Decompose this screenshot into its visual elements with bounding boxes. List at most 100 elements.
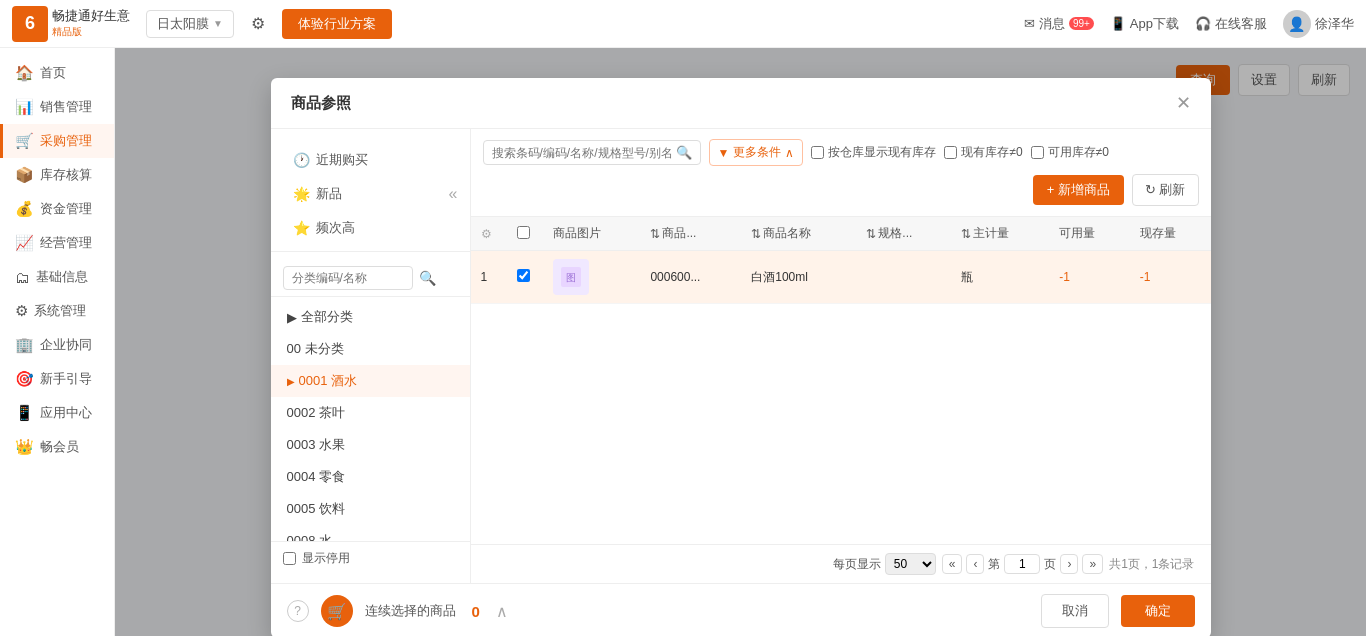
chevron-down-icon: ▼	[213, 18, 223, 29]
product-thumbnail: 图	[553, 259, 589, 295]
cart-icon[interactable]: 🛒	[321, 595, 353, 627]
headset-icon: 🎧	[1195, 16, 1211, 31]
sidebar-item-sales[interactable]: 📊 销售管理	[0, 90, 114, 124]
th-unit[interactable]: ⇅ 主计量	[951, 217, 1049, 251]
th-spec[interactable]: ⇅ 规格...	[856, 217, 951, 251]
refresh-btn[interactable]: ↻ 刷新	[1132, 174, 1199, 206]
current-stock-nonzero-checkbox[interactable]: 现有库存≠0	[944, 144, 1022, 161]
add-product-btn[interactable]: + 新增商品	[1033, 175, 1124, 205]
store-selector[interactable]: 日太阳膜 ▼	[146, 10, 234, 38]
page-number-input[interactable]	[1004, 554, 1040, 574]
sidebar-item-apps[interactable]: 📱 应用中心	[0, 396, 114, 430]
product-search-icon[interactable]: 🔍	[676, 145, 692, 160]
confirm-btn[interactable]: 确定	[1121, 595, 1195, 627]
category-search-icon[interactable]: 🔍	[419, 270, 436, 286]
row-checkbox[interactable]	[517, 269, 530, 282]
experience-btn[interactable]: 体验行业方案	[282, 9, 392, 39]
app-download-btn[interactable]: 📱 App下载	[1110, 15, 1179, 33]
modal-title: 商品参照	[291, 94, 351, 113]
page-size-select[interactable]: 50 10 20 100	[885, 553, 936, 575]
footer-collapse-icon[interactable]: ∧	[496, 602, 508, 621]
category-all[interactable]: ▶ 全部分类	[271, 301, 470, 333]
category-tea[interactable]: 0002 茶叶	[271, 397, 470, 429]
enterprise-icon: 🏢	[15, 336, 34, 354]
row-checkbox-cell[interactable]	[507, 251, 543, 304]
freq-icon: ⭐	[293, 220, 310, 236]
available-stock-nonzero-checkbox[interactable]: 可用库存≠0	[1031, 144, 1109, 161]
message-btn[interactable]: ✉ 消息 99+	[1024, 15, 1094, 33]
th-code[interactable]: ⇅ 商品...	[640, 217, 741, 251]
modal-nav-new[interactable]: 🌟 新品	[283, 179, 378, 209]
current-stock-check[interactable]	[944, 146, 957, 159]
modal-header: 商品参照 ✕	[271, 78, 1211, 129]
prev-page-btn[interactable]: ‹	[966, 554, 984, 574]
more-filter-btn[interactable]: ▼ 更多条件 ∧	[709, 139, 804, 166]
logo-icon: 6	[12, 6, 48, 42]
modal-nav-recent[interactable]: 🕐 近期购买	[283, 145, 378, 175]
available-stock-check[interactable]	[1031, 146, 1044, 159]
nav-right: ✉ 消息 99+ 📱 App下载 🎧 在线客服 👤 徐泽华	[1024, 10, 1354, 38]
warehouse-check[interactable]	[811, 146, 824, 159]
category-fruit[interactable]: 0003 水果	[271, 429, 470, 461]
sidebar-item-inventory[interactable]: 📦 库存核算	[0, 158, 114, 192]
table-row[interactable]: 1 图	[471, 251, 1211, 304]
th-image: 商品图片	[543, 217, 641, 251]
cancel-btn[interactable]: 取消	[1041, 594, 1109, 628]
system-icon: ⚙	[15, 302, 28, 320]
category-water[interactable]: 0008 水	[271, 525, 470, 541]
main-layout: 🏠 首页 📊 销售管理 🛒 采购管理 📦 库存核算 💰 资金管理 📈 经营管理 …	[0, 48, 1366, 636]
modal-close-icon[interactable]: ✕	[1176, 92, 1191, 114]
row-unit: 瓶	[951, 251, 1049, 304]
category-snack[interactable]: 0004 零食	[271, 461, 470, 493]
filter-icon: ▼	[718, 146, 730, 160]
sidebar-item-enterprise[interactable]: 🏢 企业协同	[0, 328, 114, 362]
next-page-btn[interactable]: ›	[1060, 554, 1078, 574]
modal-nav-frequent[interactable]: ⭐ 频次高	[283, 213, 378, 243]
sort-icon-code: ⇅	[650, 227, 660, 241]
category-uncategorized[interactable]: 00 未分类	[271, 333, 470, 365]
finance-icon: 💰	[15, 200, 34, 218]
sidebar-item-base-info[interactable]: 🗂 基础信息	[0, 260, 114, 294]
filter-chevron-icon: ∧	[785, 146, 794, 160]
sidebar-item-home[interactable]: 🏠 首页	[0, 56, 114, 90]
logo-text: 畅捷通好生意 精品版	[52, 8, 130, 39]
page-suffix: 页	[1044, 556, 1056, 573]
continuous-select-label: 连续选择的商品	[365, 602, 456, 620]
category-liquor[interactable]: ▶ 0001 酒水	[271, 365, 470, 397]
help-icon[interactable]: ?	[287, 600, 309, 622]
user-menu[interactable]: 👤 徐泽华	[1283, 10, 1354, 38]
sidebar-item-business[interactable]: 📈 经营管理	[0, 226, 114, 260]
row-code: 000600...	[640, 251, 741, 304]
page-label: 第	[988, 556, 1000, 573]
category-list: ▶ 全部分类 00 未分类 ▶ 0001 酒水	[271, 297, 470, 541]
column-settings-icon[interactable]: ⚙	[481, 227, 492, 241]
online-service-btn[interactable]: 🎧 在线客服	[1195, 15, 1267, 33]
show-by-warehouse-checkbox[interactable]: 按仓库显示现有库存	[811, 144, 936, 161]
category-search-input[interactable]	[283, 266, 413, 290]
show-disabled-checkbox[interactable]: 显示停用	[283, 550, 458, 567]
clock-icon: 🕐	[293, 152, 310, 168]
sidebar-collapse-icon[interactable]: «	[449, 185, 458, 203]
home-icon: 🏠	[15, 64, 34, 82]
show-disabled-check[interactable]	[283, 552, 296, 565]
sidebar-item-guide[interactable]: 🎯 新手引导	[0, 362, 114, 396]
modal-overlay: 商品参照 ✕ 🕐 近期购买	[115, 48, 1366, 636]
last-page-btn[interactable]: »	[1082, 554, 1103, 574]
modal-toolbar: 🔍 ▼ 更多条件 ∧ 按仓库显示现有库存	[471, 129, 1211, 217]
sidebar: 🏠 首页 📊 销售管理 🛒 采购管理 📦 库存核算 💰 资金管理 📈 经营管理 …	[0, 48, 115, 636]
sidebar-item-member[interactable]: 👑 畅会员	[0, 430, 114, 464]
sidebar-item-finance[interactable]: 💰 资金管理	[0, 192, 114, 226]
th-stock[interactable]: 现存量	[1130, 217, 1211, 251]
select-all-checkbox[interactable]	[517, 226, 530, 239]
product-search-input[interactable]	[492, 146, 672, 160]
category-beverage[interactable]: 0005 饮料	[271, 493, 470, 525]
sidebar-item-purchase[interactable]: 🛒 采购管理	[0, 124, 114, 158]
row-name: 白酒100ml	[741, 251, 856, 304]
gear-button[interactable]: ⚙	[242, 8, 274, 40]
th-available[interactable]: 可用量	[1049, 217, 1130, 251]
row-index: 1	[471, 251, 507, 304]
sidebar-item-system[interactable]: ⚙ 系统管理	[0, 294, 114, 328]
first-page-btn[interactable]: «	[942, 554, 963, 574]
modal-sidebar-footer: 显示停用	[271, 541, 470, 575]
th-name[interactable]: ⇅ 商品名称	[741, 217, 856, 251]
